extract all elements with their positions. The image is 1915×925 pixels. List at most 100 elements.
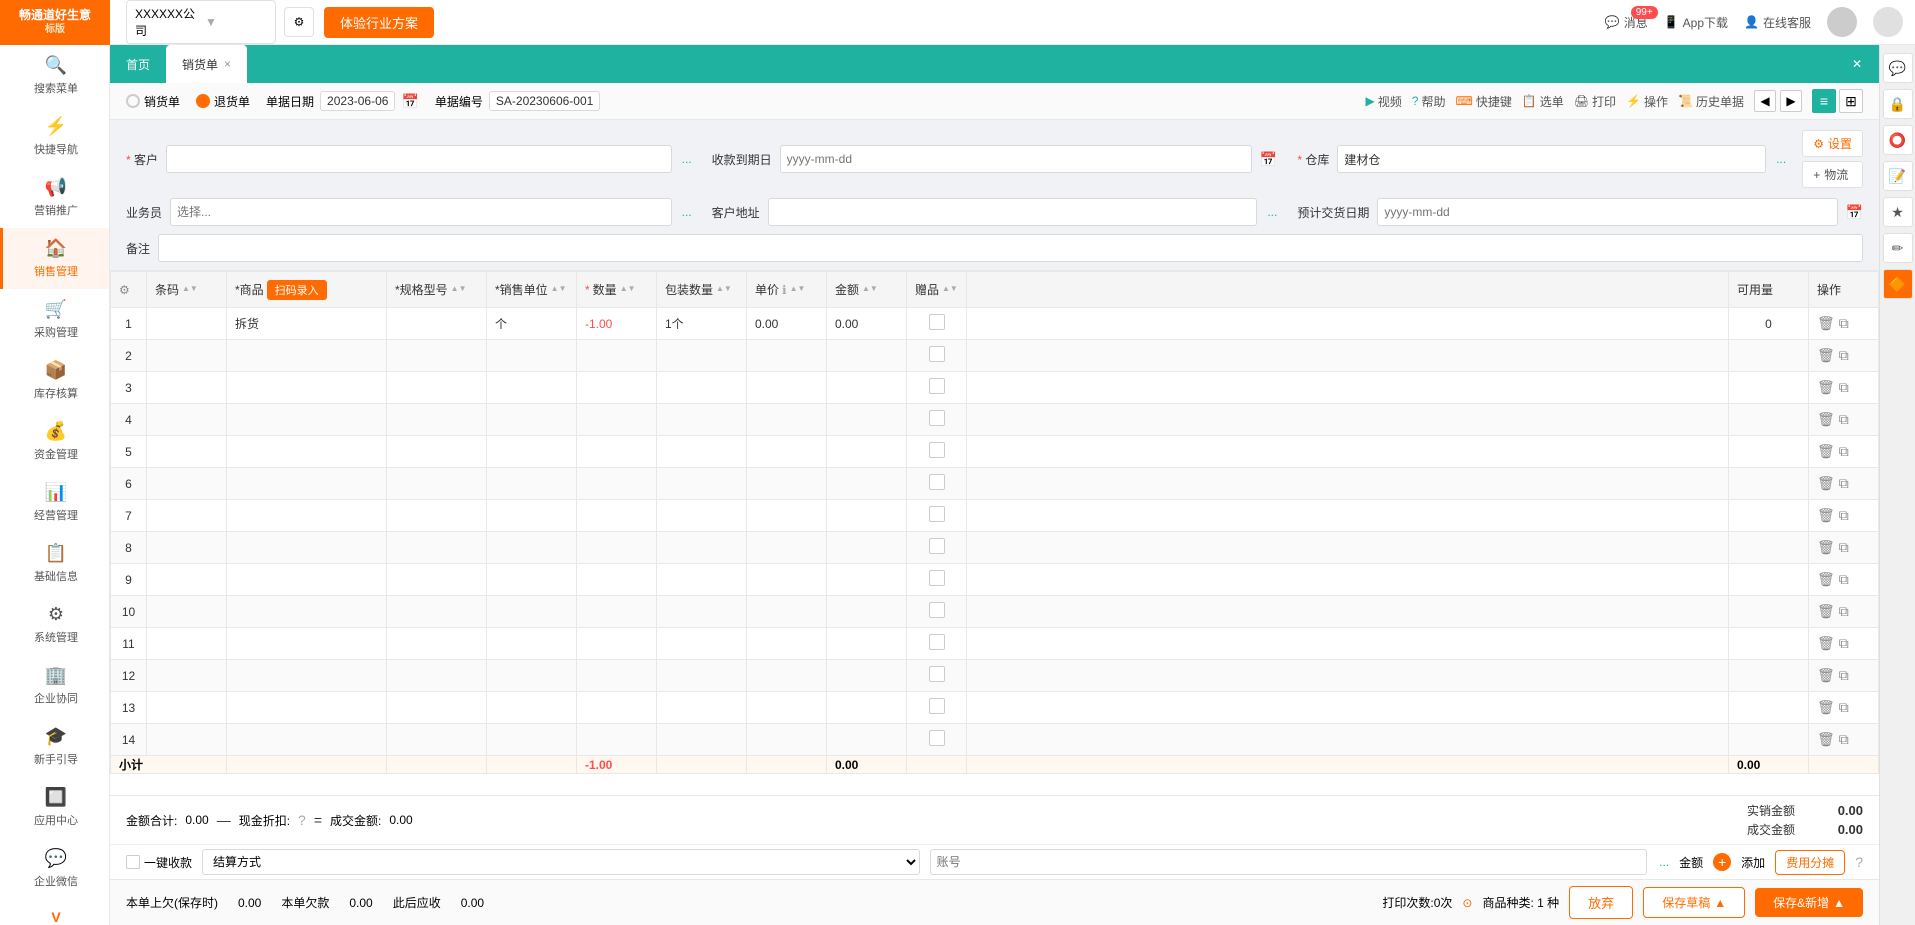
app-download-button[interactable]: 📱 App下载 [1664,14,1728,31]
row-unit-price[interactable] [747,692,827,724]
row-quantity[interactable] [577,500,657,532]
salesman-input[interactable] [170,198,672,226]
barcode-input[interactable] [155,637,218,651]
row-unit-price[interactable] [747,724,827,756]
one-click-payment-checkbox[interactable]: 一键收款 [126,854,192,871]
row-delete-icon[interactable]: 🗑 [1817,699,1835,716]
row-copy-icon[interactable]: ⧉ [1839,443,1849,460]
row-barcode[interactable] [147,660,227,692]
row-quantity[interactable] [577,724,657,756]
sidebar-item-inventory[interactable]: 📦 库存核算 [0,350,109,411]
row-spec[interactable] [387,660,487,692]
sidebar-item-wechat[interactable]: 💬 企业微信 [0,838,109,899]
spec-sort-icon[interactable]: ▲▼ [451,286,467,292]
account-input[interactable] [930,849,1648,875]
row-gift[interactable] [907,468,967,500]
row-product[interactable] [227,340,387,372]
expected-date-calendar-icon[interactable]: 📅 [1846,204,1863,221]
row-copy-icon[interactable]: ⧉ [1839,315,1849,332]
row-product[interactable] [227,532,387,564]
row-unit-price[interactable] [747,404,827,436]
avatar[interactable] [1827,7,1857,37]
row-delete-icon[interactable]: 🗑 [1817,731,1835,748]
abandon-button[interactable]: 放弃 [1569,886,1633,919]
warehouse-display[interactable]: 建材仓 [1337,145,1766,173]
add-payment-button[interactable]: + [1713,853,1731,871]
row-barcode[interactable] [147,724,227,756]
row-barcode[interactable] [147,692,227,724]
operate-btn[interactable]: ⚡ 操作 [1626,93,1668,110]
sidebar-item-apps[interactable]: 🔲 应用中心 [0,777,109,838]
save-draft-button[interactable]: 保存草稿 ▲ [1643,887,1745,918]
company-selector[interactable]: XXXXXX公司 ▼ [126,0,276,44]
row-copy-icon[interactable]: ⧉ [1839,379,1849,396]
row-spec[interactable] [387,692,487,724]
gift-checkbox[interactable] [929,634,945,650]
gift-checkbox[interactable] [929,346,945,362]
unit-sort-icon[interactable]: ▲▼ [551,286,567,292]
row-copy-icon[interactable]: ⧉ [1839,475,1849,492]
row-copy-icon[interactable]: ⧉ [1839,603,1849,620]
row-quantity[interactable] [577,340,657,372]
row-quantity[interactable] [577,372,657,404]
row-spec[interactable] [387,436,487,468]
radio-return-order[interactable]: 退货单 [196,93,250,110]
save-new-button[interactable]: 保存&新增 ▲ [1755,888,1863,917]
row-product[interactable] [227,628,387,660]
row-spec[interactable] [387,372,487,404]
row-spec[interactable] [387,340,487,372]
row-copy-icon[interactable]: ⧉ [1839,699,1849,716]
row-gift[interactable] [907,500,967,532]
gift-sort-icon[interactable]: ▲▼ [942,286,958,292]
row-quantity[interactable] [577,436,657,468]
row-gift[interactable] [907,692,967,724]
row-product[interactable] [227,404,387,436]
pick-btn[interactable]: 📋 选单 [1522,93,1564,110]
row-delete-icon[interactable]: 🗑 [1817,475,1835,492]
row-delete-icon[interactable]: 🗑 [1817,571,1835,588]
row-quantity[interactable]: -1.00 [577,308,657,340]
barcode-input[interactable] [155,733,218,747]
gift-checkbox[interactable] [929,730,945,746]
warehouse-dots-icon[interactable]: ... [1776,152,1786,166]
print-btn[interactable]: 🖨 打印 [1574,93,1616,110]
row-spec[interactable] [387,468,487,500]
row-barcode[interactable] [147,532,227,564]
row-barcode[interactable] [147,596,227,628]
row-delete-icon[interactable]: 🗑 [1817,635,1835,652]
row-gift[interactable] [907,564,967,596]
row-gift[interactable] [907,372,967,404]
row-product[interactable] [227,724,387,756]
row-spec[interactable] [387,308,487,340]
col-gear-icon[interactable]: ⚙ [119,283,130,297]
row-unit-price[interactable] [747,436,827,468]
row-quantity[interactable] [577,692,657,724]
row-delete-icon[interactable]: 🗑 [1817,603,1835,620]
row-quantity[interactable] [577,468,657,500]
help-btn[interactable]: ? 帮助 [1412,93,1446,110]
row-product[interactable] [227,468,387,500]
barcode-input[interactable] [155,413,218,427]
barcode-input[interactable] [155,477,218,491]
gift-checkbox[interactable] [929,666,945,682]
row-barcode[interactable] [147,468,227,500]
row-unit-price[interactable] [747,596,827,628]
row-spec[interactable] [387,404,487,436]
row-quantity[interactable] [577,660,657,692]
barcode-input[interactable] [155,381,218,395]
qty-sort-icon[interactable]: ▲▼ [620,286,636,292]
expense-button[interactable]: 费用分摊 [1775,850,1845,875]
row-barcode[interactable] [147,436,227,468]
expected-date-input[interactable] [1377,198,1837,226]
row-barcode[interactable] [147,308,227,340]
sidebar-item-enterprise[interactable]: 🏢 企业协同 [0,655,109,716]
row-gift[interactable] [907,404,967,436]
gift-checkbox[interactable] [929,442,945,458]
row-product[interactable] [227,692,387,724]
gift-checkbox[interactable] [929,570,945,586]
row-product[interactable]: 拆货 [227,308,387,340]
payment-method-select[interactable]: 结算方式 [202,849,920,875]
gift-checkbox[interactable] [929,314,945,330]
sidebar-item-sales[interactable]: 🏠 销售管理 [0,228,109,289]
note-input[interactable] [158,234,1863,262]
